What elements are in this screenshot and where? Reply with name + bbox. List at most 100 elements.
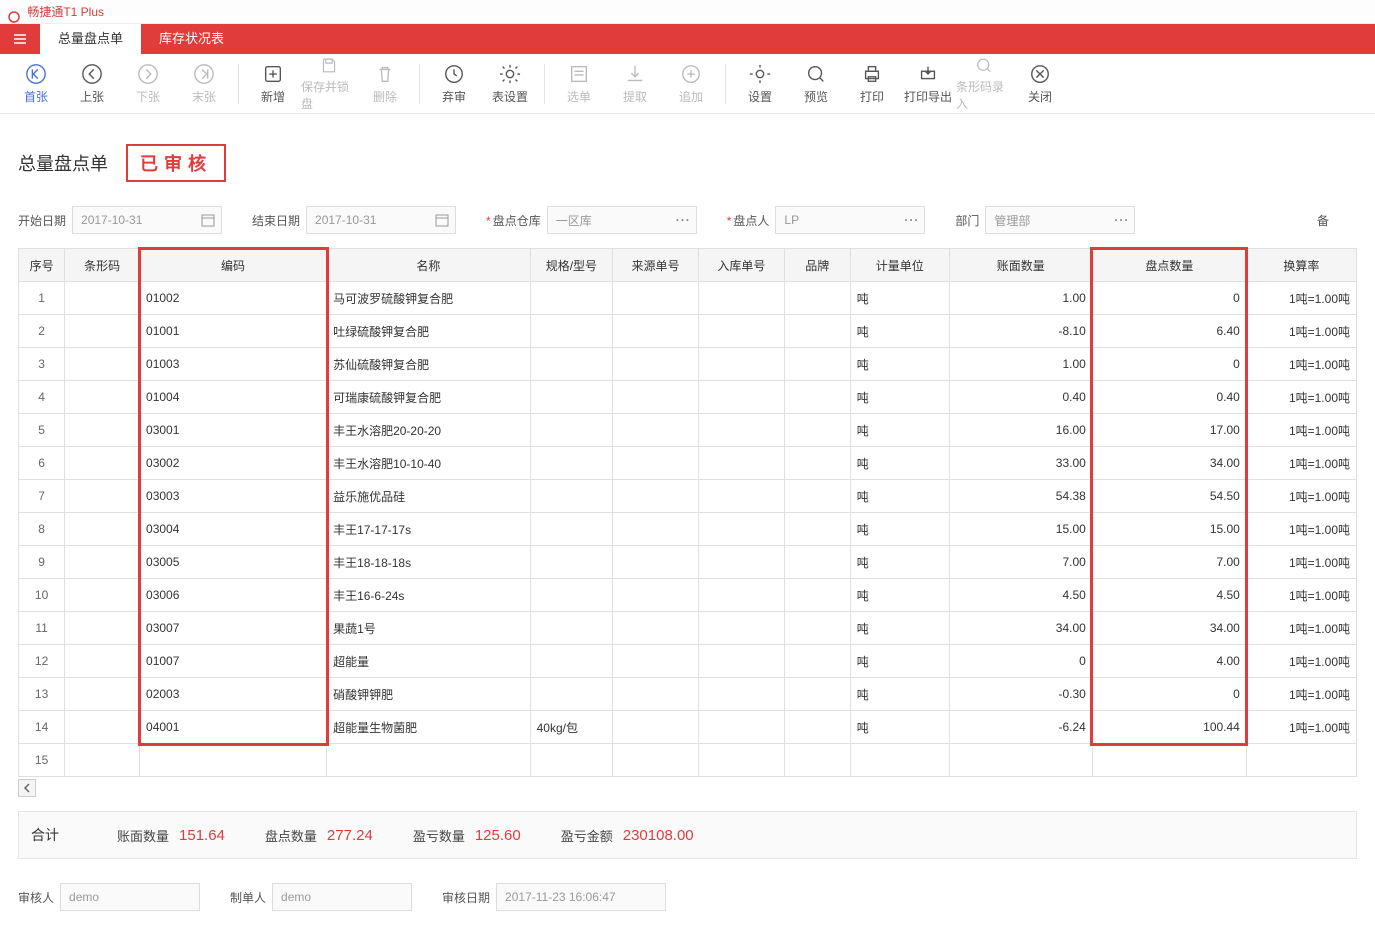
preview-button[interactable]: 预览 [788,56,844,112]
select-order-button[interactable]: 选单 [551,56,607,112]
top-bar: 总量盘点单 库存状况表 [0,24,1375,54]
lookup-icon[interactable] [676,213,690,227]
cell-code: 03002 [140,447,327,480]
diff-amt-value: 230108.00 [623,827,694,844]
table-row[interactable]: 15 [19,744,1357,777]
print-button[interactable]: 打印 [844,56,900,112]
table-row[interactable]: 703003益乐施优品硅吨54.3854.501吨=1.00吨 [19,480,1357,513]
start-date-input[interactable]: 2017-10-31 [72,206,222,234]
tab-stock-status[interactable]: 库存状况表 [141,24,242,54]
col-name[interactable]: 名称 [327,249,531,282]
table-row[interactable]: 101002马可波罗硫酸钾复合肥吨1.0001吨=1.00吨 [19,282,1357,315]
col-in-no[interactable]: 入库单号 [698,249,784,282]
end-date-input[interactable]: 2017-10-31 [306,206,456,234]
cell-name [327,744,531,777]
cell-book-qty: 0 [949,645,1092,678]
cell-name: 果蔬1号 [327,612,531,645]
scroll-left-button[interactable] [18,779,36,797]
table-row[interactable]: 1003006丰王16-6-24s吨4.504.501吨=1.00吨 [19,579,1357,612]
abandon-audit-button[interactable]: 弃审 [426,56,482,112]
delete-button[interactable]: 删除 [357,56,413,112]
table-row[interactable]: 503001丰王水溶肥20-20-20吨16.0017.001吨=1.00吨 [19,414,1357,447]
cell-unit: 吨 [850,447,949,480]
hamburger-menu-button[interactable] [0,24,40,54]
auditor-input[interactable]: demo [60,883,200,911]
cell-count-qty: 4.50 [1092,579,1246,612]
col-spec[interactable]: 规格/型号 [530,249,613,282]
table-row[interactable]: 1201007超能量吨04.001吨=1.00吨 [19,645,1357,678]
cell-ratio: 1吨=1.00吨 [1246,513,1356,546]
col-src-no[interactable]: 来源单号 [613,249,699,282]
col-ratio[interactable]: 换算率 [1246,249,1356,282]
col-brand[interactable]: 品牌 [784,249,850,282]
cell-unit: 吨 [850,612,949,645]
audit-date-input[interactable]: 2017-11-23 16:06:47 [496,883,666,911]
append-button[interactable]: 追加 [663,56,719,112]
person-input[interactable]: LP [775,206,925,234]
cell-in-no [698,744,784,777]
barcode-entry-button[interactable]: 条形码录入 [956,56,1012,112]
cell-name: 马可波罗硫酸钾复合肥 [327,282,531,315]
tab-inventory-count[interactable]: 总量盘点单 [40,24,141,54]
cell-count-qty: 7.00 [1092,546,1246,579]
cell-name: 超能量 [327,645,531,678]
cell-ratio: 1吨=1.00吨 [1246,579,1356,612]
table-row[interactable]: 201001吐绿硫酸钾复合肥吨-8.106.401吨=1.00吨 [19,315,1357,348]
lookup-icon[interactable] [1114,213,1128,227]
col-barcode[interactable]: 条形码 [65,249,140,282]
cell-brand [784,513,850,546]
table-row[interactable]: 1302003硝酸钾钾肥吨-0.3001吨=1.00吨 [19,678,1357,711]
cell-spec [530,678,613,711]
cell-spec [530,381,613,414]
cell-count-qty: 0.40 [1092,381,1246,414]
close-button[interactable]: 关闭 [1012,56,1068,112]
cell-unit [850,744,949,777]
diff-qty-label: 盈亏数量 [413,826,465,845]
cell-brand [784,348,850,381]
cell-ratio: 1吨=1.00吨 [1246,348,1356,381]
table-settings-button[interactable]: 表设置 [482,56,538,112]
table-row[interactable]: 1404001超能量生物菌肥40kg/包吨-6.24100.441吨=1.00吨 [19,711,1357,744]
cell-name: 苏仙硫酸钾复合肥 [327,348,531,381]
last-page-button[interactable]: 末张 [176,56,232,112]
warehouse-input[interactable]: 一区库 [547,206,697,234]
prev-page-button[interactable]: 上张 [64,56,120,112]
col-unit[interactable]: 计量单位 [850,249,949,282]
first-page-button[interactable]: 首张 [8,56,64,112]
save-lock-button[interactable]: 保存并锁盘 [301,56,357,112]
cell-in-no [698,447,784,480]
cell-name: 益乐施优品硅 [327,480,531,513]
cell-name: 丰王水溶肥20-20-20 [327,414,531,447]
table-row[interactable]: 803004丰王17-17-17s吨15.0015.001吨=1.00吨 [19,513,1357,546]
new-button[interactable]: 新增 [245,56,301,112]
col-code[interactable]: 编码 [140,249,327,282]
cell-name: 吐绿硫酸钾复合肥 [327,315,531,348]
app-title: 畅捷通T1 Plus [27,5,104,19]
cell-ratio: 1吨=1.00吨 [1246,711,1356,744]
table-row[interactable]: 903005丰王18-18-18s吨7.007.001吨=1.00吨 [19,546,1357,579]
col-book-qty[interactable]: 账面数量 [949,249,1092,282]
table-row[interactable]: 301003苏仙硫酸钾复合肥吨1.0001吨=1.00吨 [19,348,1357,381]
settings-button[interactable]: 设置 [732,56,788,112]
dept-input[interactable]: 管理部 [985,206,1135,234]
cell-unit: 吨 [850,513,949,546]
table-row[interactable]: 603002丰王水溶肥10-10-40吨33.0034.001吨=1.00吨 [19,447,1357,480]
cell-spec [530,414,613,447]
cell-name: 丰王18-18-18s [327,546,531,579]
extract-button[interactable]: 提取 [607,56,663,112]
next-page-button[interactable]: 下张 [120,56,176,112]
col-count-qty[interactable]: 盘点数量 [1092,249,1246,282]
print-export-button[interactable]: 打印导出 [900,56,956,112]
table-row[interactable]: 1103007果蔬1号吨34.0034.001吨=1.00吨 [19,612,1357,645]
col-idx[interactable]: 序号 [19,249,65,282]
maker-input[interactable]: demo [272,883,412,911]
approved-stamp: 已审核 [126,144,226,182]
cell-idx: 13 [19,678,65,711]
cell-book-qty: -6.24 [949,711,1092,744]
cell-name: 超能量生物菌肥 [327,711,531,744]
cell-book-qty: 1.00 [949,282,1092,315]
table-row[interactable]: 401004可瑞康硫酸钾复合肥吨0.400.401吨=1.00吨 [19,381,1357,414]
lookup-icon[interactable] [904,213,918,227]
cell-code: 03007 [140,612,327,645]
cell-idx: 4 [19,381,65,414]
